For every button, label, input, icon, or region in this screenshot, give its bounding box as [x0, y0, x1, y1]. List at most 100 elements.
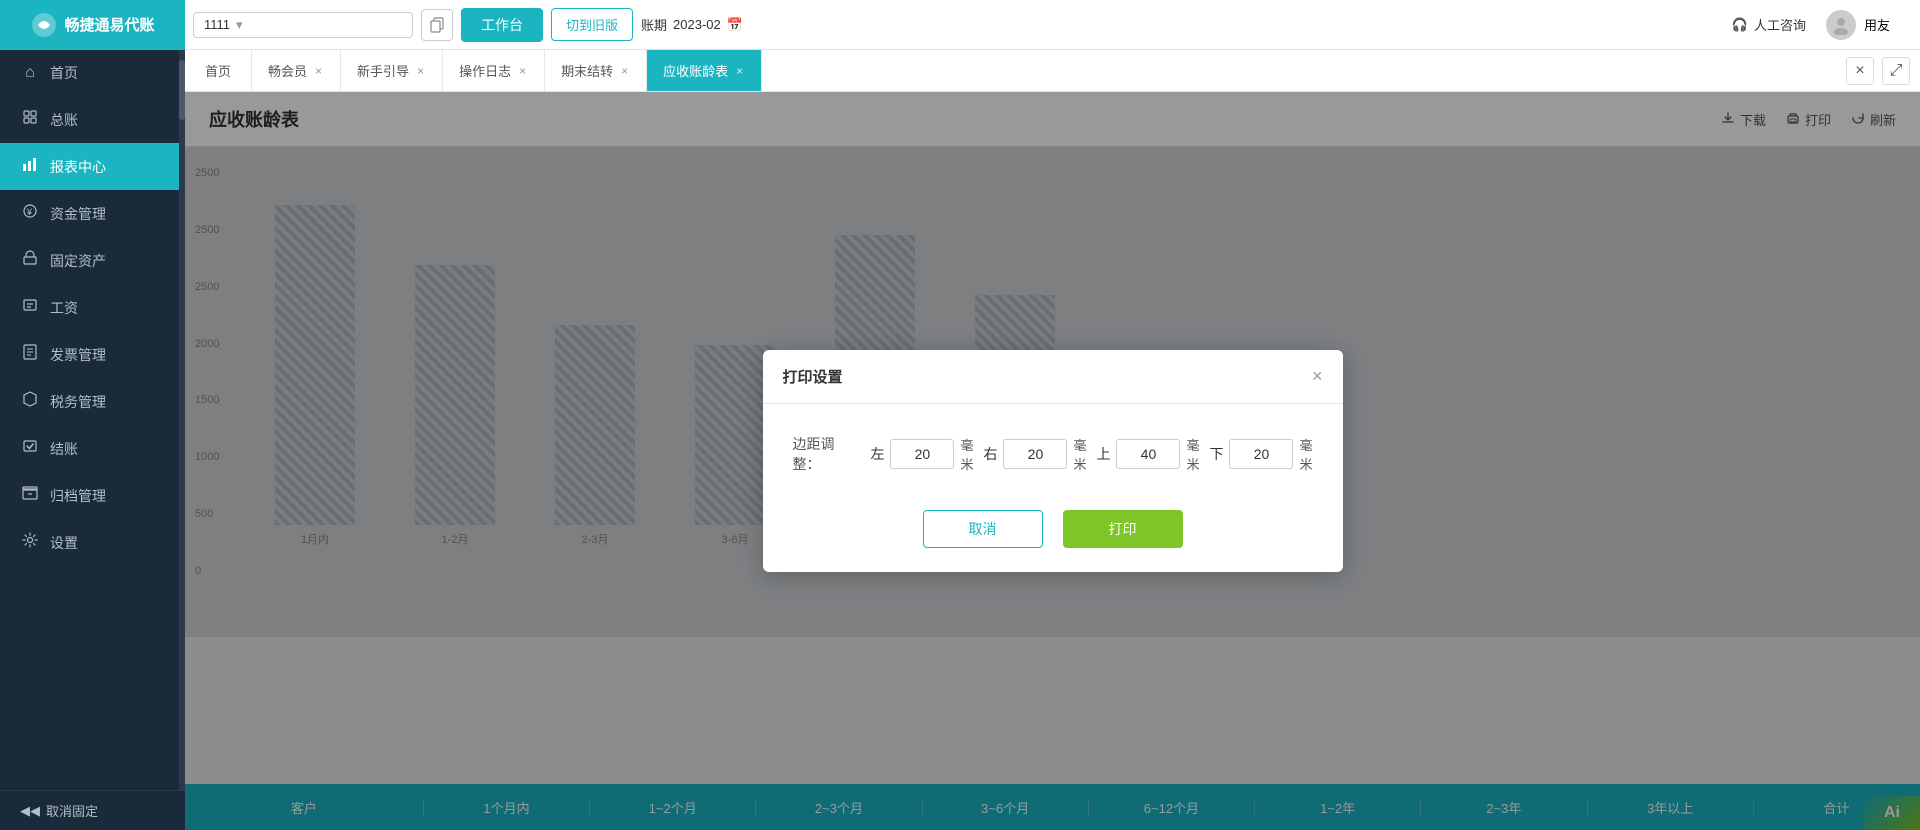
user-area[interactable]: 用友	[1826, 10, 1890, 40]
company-name: 1111	[204, 17, 230, 32]
tabs-bar: 首页 畅会员 × 新手引导 × 操作日志 × 期末结转 × 应收账龄表 ×	[185, 50, 1920, 92]
sidebar-item-ledger[interactable]: 总账	[0, 96, 185, 143]
sidebar: ⌂ 首页 总账	[0, 50, 185, 830]
archive-icon	[20, 485, 40, 506]
workbench-button[interactable]: 工作台	[461, 8, 543, 42]
sidebar-label-archive: 归档管理	[50, 486, 106, 506]
sidebar-label-invoice: 发票管理	[50, 345, 106, 365]
old-version-button[interactable]: 切到旧版	[551, 8, 633, 41]
bottom-unit: 毫米	[1299, 435, 1312, 473]
pin-icon: ◀◀	[20, 803, 40, 819]
calendar-icon[interactable]: 📅	[727, 17, 743, 33]
tabs-actions: × ⤢	[1846, 57, 1910, 85]
tab-receivable-aging-label: 应收账龄表	[663, 61, 728, 80]
avatar	[1826, 10, 1856, 40]
sidebar-toggle-label: 取消固定	[46, 801, 98, 820]
modal-close-button[interactable]: ×	[1312, 366, 1323, 387]
tab-member[interactable]: 畅会员 ×	[252, 50, 341, 91]
sidebar-label-settings: 设置	[50, 533, 78, 553]
fullscreen-button[interactable]: ⤢	[1882, 57, 1910, 85]
sidebar-label-ledger: 总账	[50, 110, 78, 130]
sidebar-item-tax[interactable]: 税务管理	[0, 378, 185, 425]
modal-footer: 取消 打印	[763, 494, 1343, 572]
sidebar-item-assets[interactable]: 固定资产	[0, 237, 185, 284]
sidebar-scroll: ⌂ 首页 总账	[0, 50, 185, 790]
account-period-value: 2023-02	[673, 17, 721, 32]
modal-overlay: 打印设置 × 边距调整： 左 毫米 右	[185, 92, 1920, 830]
sidebar-item-payroll[interactable]: 工资	[0, 284, 185, 331]
headset-icon: 🎧	[1732, 17, 1748, 33]
top-header: 畅捷通易代账 1111 ▾ 工作台 切到旧版 账期 2023-02 📅 🎧 人工…	[0, 0, 1920, 50]
margin-label: 边距调整：	[793, 434, 851, 474]
tab-guide-label: 新手引导	[357, 61, 409, 80]
tab-member-label: 畅会员	[268, 61, 307, 80]
home-icon: ⌂	[20, 64, 40, 82]
right-input[interactable]	[1003, 439, 1067, 469]
user-label: 用友	[1864, 15, 1890, 34]
sidebar-item-settle[interactable]: 结账	[0, 425, 185, 472]
sidebar-label-home: 首页	[50, 63, 78, 83]
sidebar-item-reports[interactable]: 报表中心	[0, 143, 185, 190]
sidebar-label-payroll: 工资	[50, 298, 78, 318]
settings-icon	[20, 532, 40, 553]
confirm-print-button[interactable]: 打印	[1063, 510, 1183, 548]
sidebar-label-settle: 结账	[50, 439, 78, 459]
svg-text:¥: ¥	[26, 207, 33, 217]
tab-guide[interactable]: 新手引导 ×	[341, 50, 443, 91]
top-unit: 毫米	[1186, 435, 1199, 473]
ledger-icon	[20, 109, 40, 130]
modal-title: 打印设置	[783, 366, 843, 387]
payroll-icon	[20, 297, 40, 318]
sidebar-item-invoice[interactable]: 发票管理	[0, 331, 185, 378]
tab-guide-close[interactable]: ×	[415, 63, 426, 79]
margin-row: 边距调整： 左 毫米 右 毫米	[793, 434, 1313, 474]
tab-oplog-close[interactable]: ×	[517, 63, 528, 79]
sidebar-item-settings[interactable]: 设置	[0, 519, 185, 566]
company-selector[interactable]: 1111 ▾	[193, 12, 413, 38]
margin-right-group: 右 毫米	[983, 435, 1086, 473]
right-label: 右	[983, 444, 997, 464]
funds-icon: ¥	[20, 203, 40, 224]
header-right: 🎧 人工咨询 用友	[1732, 10, 1910, 40]
bottom-label: 下	[1209, 444, 1223, 464]
reports-icon	[20, 156, 40, 177]
tab-member-close[interactable]: ×	[313, 63, 324, 79]
logo-area: 畅捷通易代账	[0, 0, 185, 50]
sidebar-label-funds: 资金管理	[50, 204, 106, 224]
logo-text: 畅捷通易代账	[64, 14, 154, 35]
sidebar-item-archive[interactable]: 归档管理	[0, 472, 185, 519]
tab-home[interactable]: 首页	[185, 50, 252, 91]
left-unit: 毫米	[960, 435, 973, 473]
tab-home-label: 首页	[205, 61, 231, 80]
sidebar-toggle[interactable]: ◀◀ 取消固定	[0, 790, 185, 830]
close-tab-button[interactable]: ×	[1846, 57, 1874, 85]
account-period-label: 账期	[641, 15, 667, 34]
consult-label: 人工咨询	[1754, 15, 1806, 34]
cancel-button[interactable]: 取消	[923, 510, 1043, 548]
sidebar-label-reports: 报表中心	[50, 157, 106, 177]
tab-receivable-aging[interactable]: 应收账龄表 ×	[647, 50, 762, 91]
dropdown-arrow-icon: ▾	[236, 17, 243, 33]
invoice-icon	[20, 344, 40, 365]
settle-icon	[20, 438, 40, 459]
tab-period-end-close[interactable]: ×	[619, 63, 630, 79]
bottom-input[interactable]	[1229, 439, 1293, 469]
sidebar-item-funds[interactable]: ¥ 资金管理	[0, 190, 185, 237]
left-input[interactable]	[890, 439, 954, 469]
left-label: 左	[870, 444, 884, 464]
margin-left-group: 左 毫米	[870, 435, 973, 473]
tab-oplog-label: 操作日志	[459, 61, 511, 80]
print-settings-modal: 打印设置 × 边距调整： 左 毫米 右	[763, 350, 1343, 572]
copy-button[interactable]	[421, 9, 453, 41]
consult-button[interactable]: 🎧 人工咨询	[1732, 15, 1806, 34]
tab-oplog[interactable]: 操作日志 ×	[443, 50, 545, 91]
sidebar-label-tax: 税务管理	[50, 392, 106, 412]
tab-period-end-label: 期末结转	[561, 61, 613, 80]
right-unit: 毫米	[1073, 435, 1086, 473]
tax-icon	[20, 391, 40, 412]
top-input[interactable]	[1116, 439, 1180, 469]
account-period: 账期 2023-02 📅	[641, 15, 743, 34]
sidebar-item-home[interactable]: ⌂ 首页	[0, 50, 185, 96]
tab-period-end[interactable]: 期末结转 ×	[545, 50, 647, 91]
tab-receivable-aging-close[interactable]: ×	[734, 63, 745, 79]
